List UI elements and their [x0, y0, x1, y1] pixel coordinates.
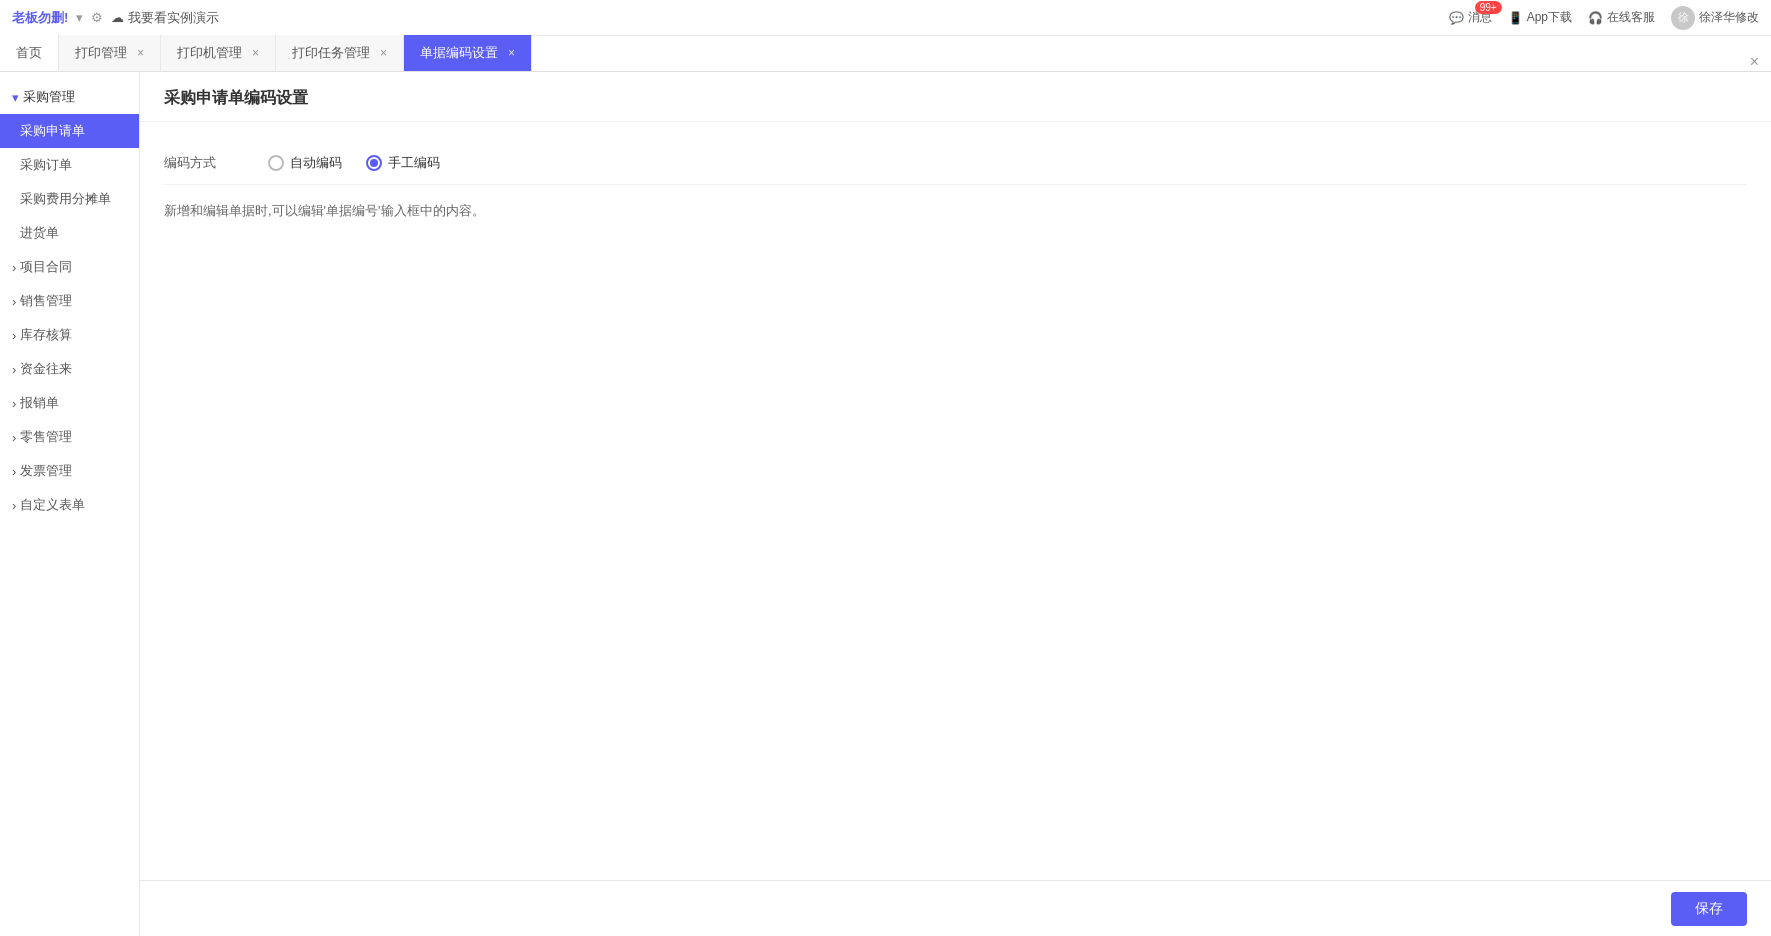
sidebar-group-purchase[interactable]: ▾ 采购管理	[0, 80, 139, 114]
sidebar-group-retail-mgmt[interactable]: › 零售管理	[0, 420, 139, 454]
sidebar-group-invoice-mgmt[interactable]: › 发票管理	[0, 454, 139, 488]
sidebar-group-purchase-label: 采购管理	[23, 88, 75, 106]
online-service-button[interactable]: 🎧 在线客服	[1588, 9, 1655, 26]
sidebar-group-project-label: 项目合同	[20, 258, 72, 276]
tab-print-mgmt-close[interactable]: ×	[137, 46, 144, 60]
sidebar-group-inventory-label: 库存核算	[20, 326, 72, 344]
tab-bar: 首页 打印管理 × 打印机管理 × 打印任务管理 × 单据编码设置 × ×	[0, 36, 1771, 72]
tab-printer-mgmt-close[interactable]: ×	[252, 46, 259, 60]
top-bar-left: 老板勿删! ▾ ⚙ ☁ 我要看实例演示	[12, 9, 219, 27]
radio-auto-circle[interactable]	[268, 155, 284, 171]
radio-auto[interactable]: 自动编码	[268, 154, 342, 172]
sidebar-group-custom-form[interactable]: › 自定义表单	[0, 488, 139, 522]
tab-print-task-label: 打印任务管理	[292, 44, 370, 62]
tab-single-code[interactable]: 单据编码设置 ×	[404, 35, 532, 71]
expand-arrow-inventory: ›	[12, 328, 16, 343]
avatar: 徐	[1671, 6, 1695, 30]
sidebar-item-purchase-expense[interactable]: 采购费用分摊单	[0, 182, 139, 216]
expand-arrow-capital: ›	[12, 362, 16, 377]
tab-print-mgmt-label: 打印管理	[75, 44, 127, 62]
sidebar-item-purchase-request-label: 采购申请单	[20, 123, 85, 138]
encoding-label: 编码方式	[164, 154, 244, 172]
tab-single-code-label: 单据编码设置	[420, 44, 498, 62]
sidebar: ▾ 采购管理 采购申请单 采购订单 采购费用分摊单 进货单 › 项目合同 › 销…	[0, 72, 140, 936]
radio-manual-circle[interactable]	[366, 155, 382, 171]
content-footer: 保存	[140, 880, 1771, 936]
online-service-label: 在线客服	[1607, 9, 1655, 26]
tab-printer-mgmt[interactable]: 打印机管理 ×	[161, 35, 276, 71]
main-layout: ▾ 采购管理 采购申请单 采购订单 采购费用分摊单 进货单 › 项目合同 › 销…	[0, 72, 1771, 936]
encoding-row: 编码方式 自动编码 手工编码	[164, 142, 1747, 185]
demo-link[interactable]: ☁ 我要看实例演示	[111, 9, 219, 27]
info-text: 新增和编辑单据时,可以编辑'单据编号'输入框中的内容。	[164, 201, 1747, 222]
settings-body: 编码方式 自动编码 手工编码 新增和编辑单据时,可以编辑'单据编号'输入框中的内…	[140, 122, 1771, 936]
tab-home-label: 首页	[16, 44, 42, 62]
sidebar-group-project-contract[interactable]: › 项目合同	[0, 250, 139, 284]
collapse-arrow: ▾	[12, 90, 19, 105]
content-area: 采购申请单编码设置 编码方式 自动编码 手工编码 新增和编辑单据时,可以编辑'单…	[140, 72, 1771, 936]
tab-bar-actions: ×	[532, 53, 1771, 71]
top-bar-right: 💬 消息 99+ 📱 App下载 🎧 在线客服 徐 徐泽华修改	[1449, 6, 1759, 30]
tab-single-code-close[interactable]: ×	[508, 46, 515, 60]
expand-arrow-sales: ›	[12, 294, 16, 309]
radio-manual[interactable]: 手工编码	[366, 154, 440, 172]
sidebar-group-returns-label: 报销单	[20, 394, 59, 412]
radio-manual-label: 手工编码	[388, 154, 440, 172]
sidebar-group-sales-label: 销售管理	[20, 292, 72, 310]
sidebar-group-returns[interactable]: › 报销单	[0, 386, 139, 420]
sidebar-item-purchase-order[interactable]: 采购订单	[0, 148, 139, 182]
close-all-icon[interactable]: ×	[1750, 53, 1759, 71]
message-icon: 💬	[1449, 11, 1464, 25]
expand-arrow-returns: ›	[12, 396, 16, 411]
expand-arrow-project: ›	[12, 260, 16, 275]
top-bar: 老板勿删! ▾ ⚙ ☁ 我要看实例演示 💬 消息 99+ 📱 App下载 🎧 在…	[0, 0, 1771, 36]
app-download-button[interactable]: 📱 App下载	[1508, 9, 1572, 26]
sidebar-group-custom-label: 自定义表单	[20, 496, 85, 514]
sidebar-group-retail-label: 零售管理	[20, 428, 72, 446]
headset-icon: 🎧	[1588, 11, 1603, 25]
radio-auto-label: 自动编码	[290, 154, 342, 172]
demo-link-text: 我要看实例演示	[128, 9, 219, 27]
sidebar-group-inventory[interactable]: › 库存核算	[0, 318, 139, 352]
brand-text: 老板勿删!	[12, 9, 68, 27]
message-button[interactable]: 💬 消息 99+	[1449, 9, 1492, 26]
sidebar-item-incoming-label: 进货单	[20, 225, 59, 240]
sidebar-group-sales-mgmt[interactable]: › 销售管理	[0, 284, 139, 318]
sidebar-item-incoming[interactable]: 进货单	[0, 216, 139, 250]
sidebar-item-purchase-order-label: 采购订单	[20, 157, 72, 172]
sidebar-item-purchase-expense-label: 采购费用分摊单	[20, 191, 111, 206]
username-label: 徐泽华修改	[1699, 9, 1759, 26]
tab-print-task[interactable]: 打印任务管理 ×	[276, 35, 404, 71]
expand-arrow-custom: ›	[12, 498, 16, 513]
message-badge: 99+	[1475, 1, 1502, 14]
sidebar-group-invoice-label: 发票管理	[20, 462, 72, 480]
tab-print-task-close[interactable]: ×	[380, 46, 387, 60]
expand-arrow-invoice: ›	[12, 464, 16, 479]
dropdown-icon[interactable]: ▾	[76, 10, 83, 25]
save-button[interactable]: 保存	[1671, 892, 1747, 926]
expand-arrow-retail: ›	[12, 430, 16, 445]
app-download-label: App下载	[1527, 9, 1572, 26]
tab-home[interactable]: 首页	[0, 35, 59, 71]
tab-print-mgmt[interactable]: 打印管理 ×	[59, 35, 161, 71]
user-menu[interactable]: 徐 徐泽华修改	[1671, 6, 1759, 30]
page-title: 采购申请单编码设置	[164, 88, 1747, 109]
content-header: 采购申请单编码设置	[140, 72, 1771, 122]
tab-printer-mgmt-label: 打印机管理	[177, 44, 242, 62]
sidebar-group-capital-label: 资金往来	[20, 360, 72, 378]
sidebar-item-purchase-request[interactable]: 采购申请单	[0, 114, 139, 148]
cloud-icon: ☁	[111, 10, 124, 25]
sidebar-group-capital[interactable]: › 资金往来	[0, 352, 139, 386]
phone-icon: 📱	[1508, 11, 1523, 25]
gear-icon[interactable]: ⚙	[91, 10, 103, 25]
